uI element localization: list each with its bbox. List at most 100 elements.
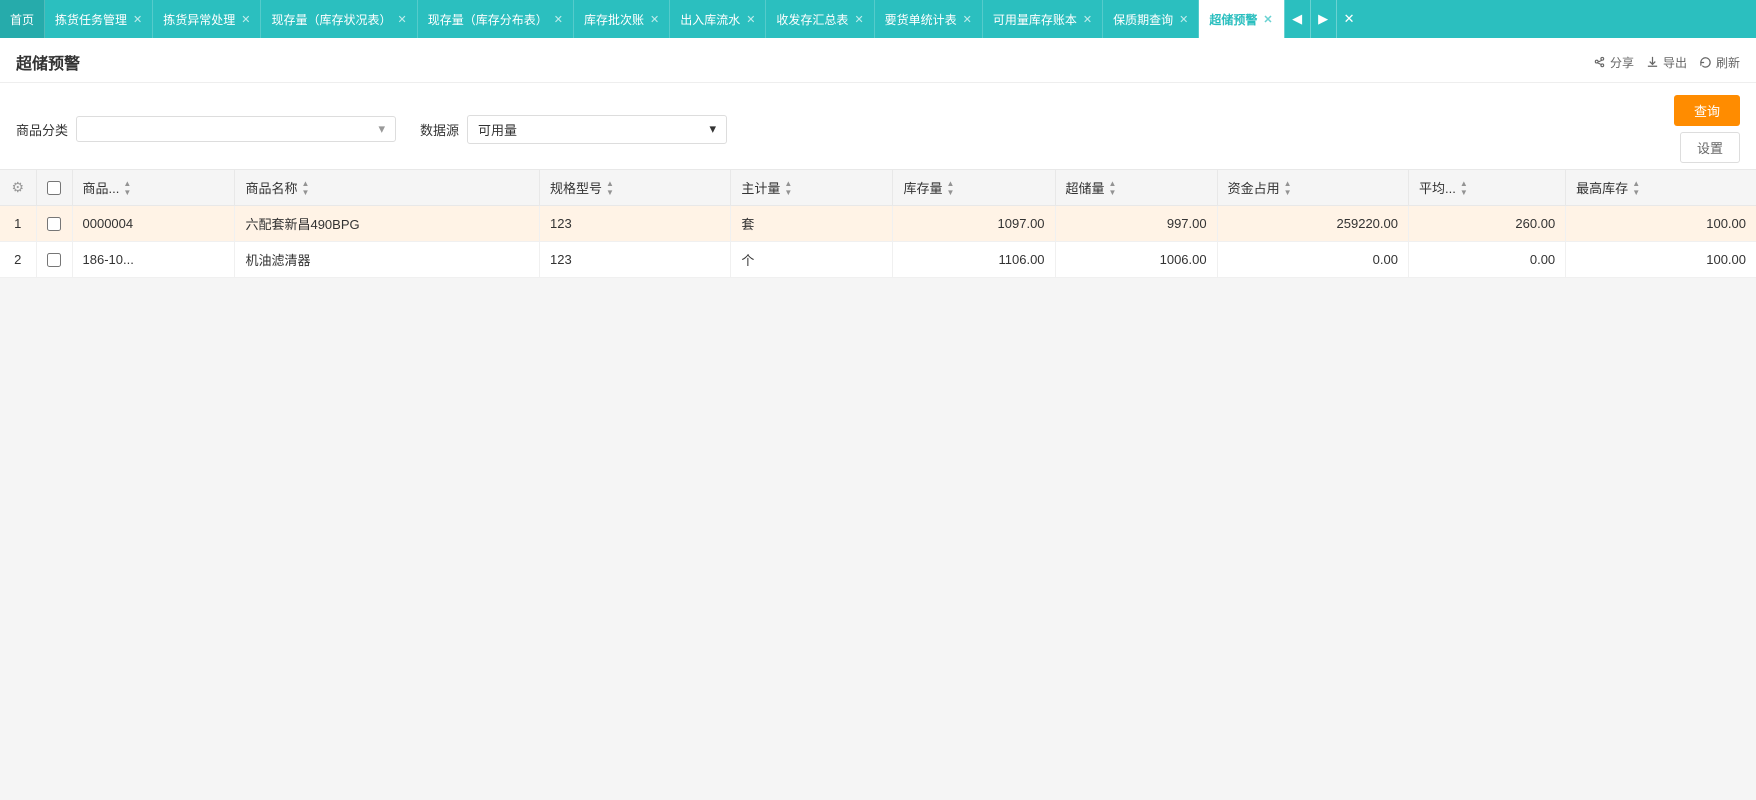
filter-area: 商品分类 ▾ 数据源 可用量 ▾ 查询 设置: [0, 83, 1756, 169]
td-overstock-qty-1: 1006.00: [1055, 242, 1217, 278]
nav-close-all-arrow[interactable]: ✕: [1336, 0, 1362, 38]
nav-item-inout-flow[interactable]: 出入库流水 ✕: [670, 0, 766, 38]
nav-label-batch-account: 库存批次账: [584, 11, 644, 28]
sort-icon-capital-occupied: ▲▼: [1284, 179, 1292, 197]
refresh-button[interactable]: 刷新: [1699, 54, 1740, 71]
th-spec: 规格型号 ▲▼: [540, 170, 731, 206]
nav-item-home[interactable]: 首页: [0, 0, 45, 38]
sort-icon-product-code: ▲▼: [123, 179, 131, 197]
th-product-name: 商品名称 ▲▼: [235, 170, 540, 206]
query-button[interactable]: 查询: [1674, 95, 1740, 126]
nav-label-available-book: 可用量库存账本: [993, 11, 1077, 28]
td-stock-qty-1: 1106.00: [893, 242, 1055, 278]
th-unit: 主计量 ▲▼: [731, 170, 893, 206]
datasource-arrow-icon: ▾: [710, 121, 717, 137]
nav-item-current-stock-dist[interactable]: 现存量（库存分布表） ✕: [418, 0, 574, 38]
nav-close-available-book[interactable]: ✕: [1083, 13, 1092, 26]
nav-close-inout-flow[interactable]: ✕: [746, 13, 755, 26]
td-capital-occupied-0: 259220.00: [1217, 206, 1408, 242]
td-product-code-1: 186-10...: [72, 242, 235, 278]
th-avg: 平均... ▲▼: [1408, 170, 1565, 206]
page-title: 超储预警: [16, 50, 80, 74]
nav-item-recv-send-summary[interactable]: 收发存汇总表 ✕: [766, 0, 874, 38]
sort-icon-spec: ▲▼: [606, 179, 614, 197]
nav-item-order-stats[interactable]: 要货单统计表 ✕: [875, 0, 983, 38]
nav-next-arrow[interactable]: ▶: [1310, 0, 1336, 38]
nav-item-pick-exception[interactable]: 拣货异常处理 ✕: [153, 0, 261, 38]
td-check-0: [36, 206, 72, 242]
nav-prev-arrow[interactable]: ◀: [1284, 0, 1310, 38]
sort-icon-avg: ▲▼: [1460, 179, 1468, 197]
nav-close-batch-account[interactable]: ✕: [650, 13, 659, 26]
nav-close-recv-send-summary[interactable]: ✕: [854, 13, 863, 26]
share-button[interactable]: 分享: [1593, 54, 1634, 71]
export-button[interactable]: 导出: [1646, 54, 1687, 71]
th-sort-product-code[interactable]: 商品... ▲▼: [83, 178, 225, 197]
row-checkbox-1[interactable]: [47, 253, 61, 267]
nav-label-shelf-life: 保质期查询: [1113, 11, 1173, 28]
share-icon: [1593, 56, 1606, 69]
td-max-stock-1: 100.00: [1566, 242, 1756, 278]
td-max-stock-0: 100.00: [1566, 206, 1756, 242]
th-sort-stock-qty[interactable]: 库存量 ▲▼: [903, 178, 1044, 197]
nav-close-order-stats[interactable]: ✕: [963, 13, 972, 26]
page-container: 超储预警 分享 导出 刷新 商品分类 ▾: [0, 38, 1756, 278]
nav-close-shelf-life[interactable]: ✕: [1179, 13, 1188, 26]
nav-close-current-stock-dist[interactable]: ✕: [554, 13, 563, 26]
row-checkbox-0[interactable]: [47, 217, 61, 231]
datasource-select[interactable]: 可用量 ▾: [467, 115, 727, 144]
th-sort-unit[interactable]: 主计量 ▲▼: [741, 178, 882, 197]
settings-button[interactable]: 设置: [1680, 132, 1740, 163]
td-unit-0: 套: [731, 206, 893, 242]
page-header: 超储预警 分享 导出 刷新: [0, 38, 1756, 83]
th-sort-overstock-qty[interactable]: 超储量 ▲▼: [1066, 178, 1207, 197]
product-category-filter: 商品分类 ▾: [16, 116, 396, 142]
th-capital-occupied: 资金占用 ▲▼: [1217, 170, 1408, 206]
product-category-arrow-icon: ▾: [378, 121, 385, 137]
th-sort-product-name[interactable]: 商品名称 ▲▼: [245, 178, 529, 197]
table-header-row: ⚙ 商品... ▲▼ 商品名称 ▲▼: [0, 170, 1756, 206]
nav-item-overstock-alert[interactable]: 超储预警 ✕: [1199, 0, 1283, 38]
td-unit-1: 个: [731, 242, 893, 278]
sort-icon-unit: ▲▼: [784, 179, 792, 197]
nav-item-pick-task[interactable]: 拣货任务管理 ✕: [45, 0, 153, 38]
nav-label-inout-flow: 出入库流水: [680, 11, 740, 28]
th-sort-spec[interactable]: 规格型号 ▲▼: [550, 178, 720, 197]
th-sort-max-stock[interactable]: 最高库存 ▲▼: [1576, 178, 1746, 197]
td-spec-0: 123: [540, 206, 731, 242]
nav-label-order-stats: 要货单统计表: [885, 11, 957, 28]
td-product-code-0: 0000004: [72, 206, 235, 242]
nav-item-shelf-life[interactable]: 保质期查询 ✕: [1103, 0, 1199, 38]
sort-icon-overstock-qty: ▲▼: [1109, 179, 1117, 197]
nav-item-batch-account[interactable]: 库存批次账 ✕: [574, 0, 670, 38]
th-product-code: 商品... ▲▼: [72, 170, 235, 206]
nav-close-pick-exception[interactable]: ✕: [241, 13, 250, 26]
nav-close-pick-task[interactable]: ✕: [133, 13, 142, 26]
sort-icon-max-stock: ▲▼: [1632, 179, 1640, 197]
td-gear-0: 1: [0, 206, 36, 242]
th-sort-capital-occupied[interactable]: 资金占用 ▲▼: [1228, 178, 1398, 197]
nav-label-home: 首页: [10, 11, 34, 28]
td-check-1: [36, 242, 72, 278]
gear-icon[interactable]: ⚙: [11, 179, 24, 195]
th-sort-avg[interactable]: 平均... ▲▼: [1419, 178, 1555, 197]
td-overstock-qty-0: 997.00: [1055, 206, 1217, 242]
data-table: ⚙ 商品... ▲▼ 商品名称 ▲▼: [0, 169, 1756, 278]
product-category-select[interactable]: ▾: [76, 116, 396, 142]
th-gear: ⚙: [0, 170, 36, 206]
select-all-checkbox[interactable]: [47, 181, 61, 195]
td-spec-1: 123: [540, 242, 731, 278]
export-icon: [1646, 56, 1659, 69]
refresh-icon: [1699, 56, 1712, 69]
nav-item-available-book[interactable]: 可用量库存账本 ✕: [983, 0, 1103, 38]
td-stock-qty-0: 1097.00: [893, 206, 1055, 242]
th-max-stock: 最高库存 ▲▼: [1566, 170, 1756, 206]
nav-label-current-stock-status: 现存量（库存状况表）: [271, 11, 391, 28]
header-actions: 分享 导出 刷新: [1593, 54, 1740, 71]
nav-item-current-stock-status[interactable]: 现存量（库存状况表） ✕: [261, 0, 417, 38]
nav-close-current-stock-status[interactable]: ✕: [398, 13, 407, 26]
th-stock-qty: 库存量 ▲▼: [893, 170, 1055, 206]
td-product-name-1: 机油滤清器: [235, 242, 540, 278]
nav-close-overstock-alert[interactable]: ✕: [1263, 13, 1272, 26]
table-row: 1 0000004 六配套新昌490BPG 123 套 1097.00 997.…: [0, 206, 1756, 242]
